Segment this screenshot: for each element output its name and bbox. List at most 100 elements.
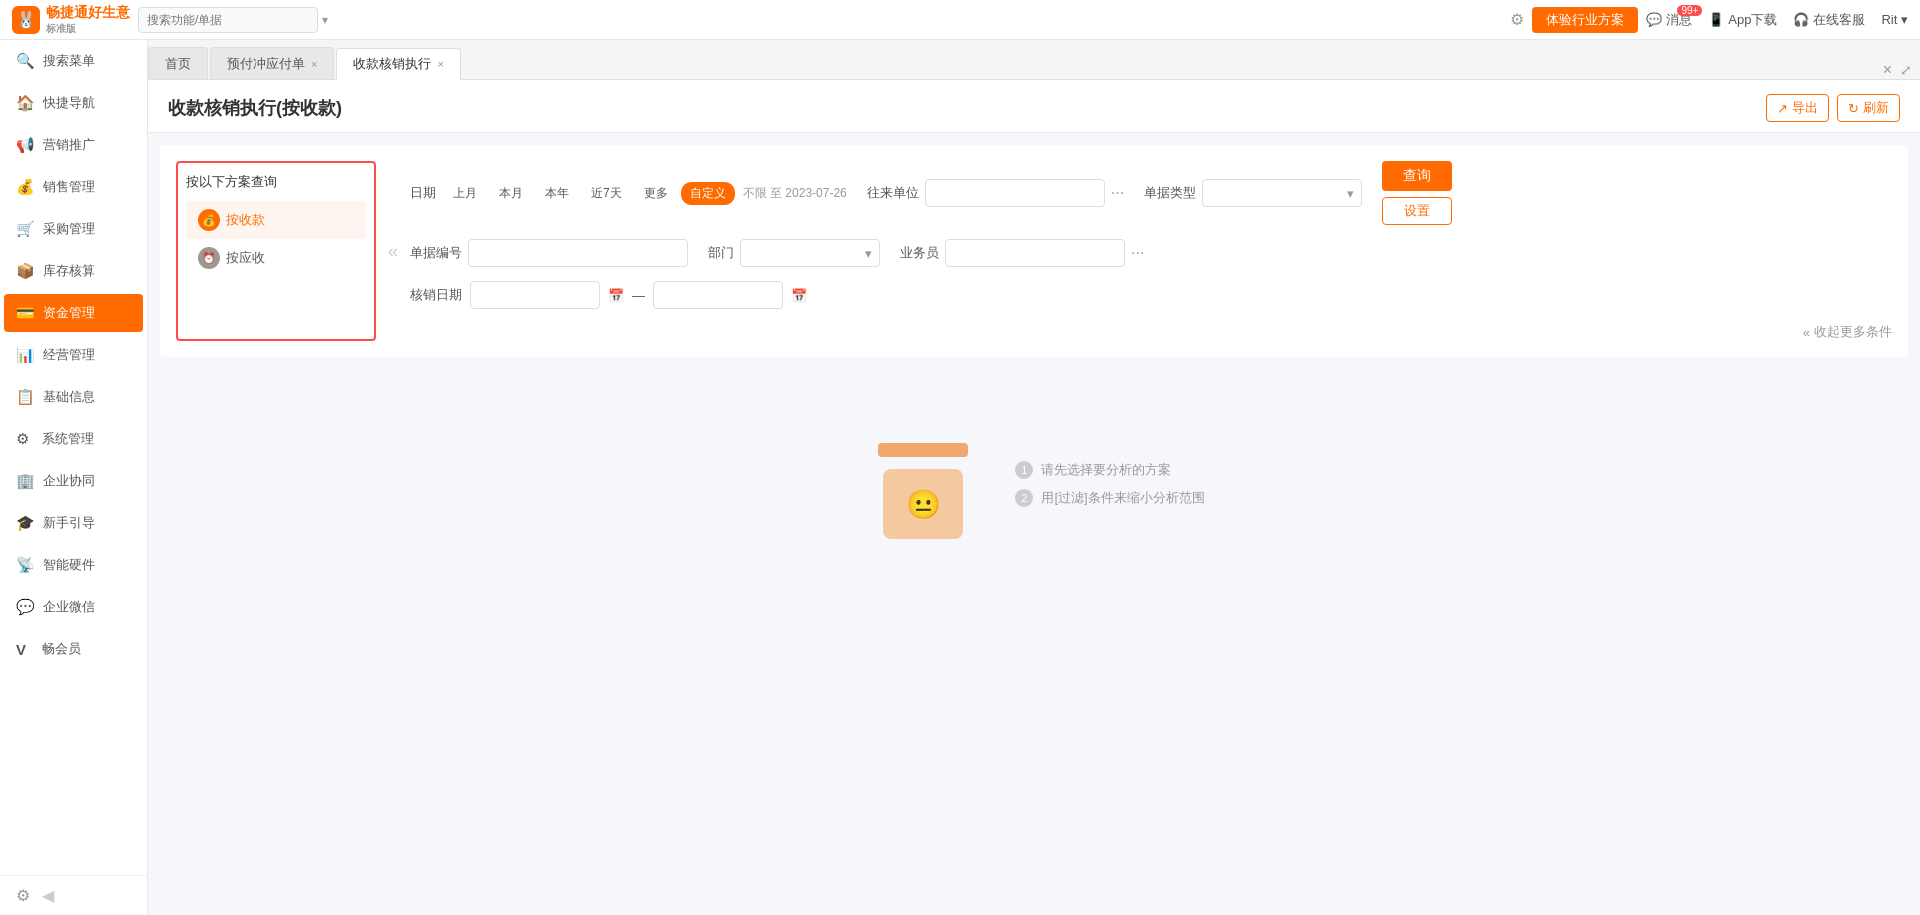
- counterpart-filter: 往来单位 ···: [867, 179, 1124, 207]
- sidebar-item-wechat[interactable]: 💬 企业微信: [0, 586, 147, 628]
- date-btn-7days[interactable]: 近7天: [582, 182, 631, 205]
- date-label: 日期: [410, 184, 436, 202]
- sidebar-item-marketing[interactable]: 📢 营销推广: [0, 124, 147, 166]
- verify-date-end-input[interactable]: 2023-07-21: [653, 281, 783, 309]
- sidebar-item-label: 基础信息: [43, 388, 95, 406]
- app-download-btn[interactable]: 📱 App下载: [1708, 11, 1777, 29]
- tab-bar-close-btn[interactable]: ×: [1883, 61, 1892, 79]
- sales-icon: 💰: [16, 178, 35, 196]
- collapse-left-icon[interactable]: «: [388, 241, 398, 262]
- counterpart-input[interactable]: [925, 179, 1105, 207]
- sidebar-item-label: 系统管理: [42, 430, 94, 448]
- verify-date-start-calendar-icon[interactable]: 📅: [608, 288, 624, 303]
- hint-1-text: 请先选择要分析的方案: [1041, 461, 1171, 479]
- search-input[interactable]: [138, 7, 318, 33]
- sidebar-item-hardware[interactable]: 📡 智能硬件: [0, 544, 147, 586]
- date-btn-more[interactable]: 更多: [635, 182, 677, 205]
- date-btn-this-year[interactable]: 本年: [536, 182, 578, 205]
- sidebar-item-purchase[interactable]: 🛒 采购管理: [0, 208, 147, 250]
- staff-label: 业务员: [900, 244, 939, 262]
- sidebar-item-finance[interactable]: 💳 资金管理: [4, 294, 143, 332]
- sidebar-item-inventory[interactable]: 📦 库存核算: [0, 250, 147, 292]
- query-btn[interactable]: 查询: [1382, 161, 1452, 191]
- doc-no-filter: 单据编号: [410, 239, 688, 267]
- sidebar-item-label: 畅会员: [42, 640, 81, 658]
- empty-box-lid: [878, 443, 968, 457]
- settings-gear-icon[interactable]: ⚙: [1510, 10, 1524, 29]
- dept-select[interactable]: [740, 239, 880, 267]
- doc-no-input[interactable]: [468, 239, 688, 267]
- sidebar-item-label: 营销推广: [43, 136, 95, 154]
- counterpart-label: 往来单位: [867, 184, 919, 202]
- logo-icon: 🐰: [12, 6, 40, 34]
- sidebar-item-sales[interactable]: 💰 销售管理: [0, 166, 147, 208]
- option-by-receivable[interactable]: ⏰ 按应收: [186, 239, 366, 277]
- date-btn-last-month[interactable]: 上月: [444, 182, 486, 205]
- verify-date-start-input[interactable]: 2023-03-01: [470, 281, 600, 309]
- operation-icon: 📊: [16, 346, 35, 364]
- service-label: 在线客服: [1813, 11, 1865, 29]
- export-icon: ↗: [1777, 101, 1788, 116]
- date-btn-this-month[interactable]: 本月: [490, 182, 532, 205]
- empty-hint-2: 2 用[过滤]条件来缩小分析范围: [1015, 489, 1204, 507]
- tab-receipt-verify-close[interactable]: ×: [437, 58, 443, 70]
- date-range-display: 不限 至 2023-07-26: [743, 185, 847, 202]
- sidebar-item-label: 搜索菜单: [43, 52, 95, 70]
- sidebar-item-enterprise[interactable]: 🏢 企业协同: [0, 460, 147, 502]
- counterpart-dots-btn[interactable]: ···: [1111, 184, 1124, 202]
- doc-type-label: 单据类型: [1144, 184, 1196, 202]
- sidebar-item-basic[interactable]: 📋 基础信息: [0, 376, 147, 418]
- sidebar-item-member[interactable]: V 畅会员: [0, 628, 147, 670]
- query-type-title: 按以下方案查询: [186, 173, 366, 191]
- setting-btn[interactable]: 设置: [1382, 197, 1452, 225]
- collapse-more-row: « 收起更多条件: [410, 323, 1892, 341]
- service-icon: 🎧: [1793, 12, 1809, 27]
- doc-type-select[interactable]: [1202, 179, 1362, 207]
- staff-input[interactable]: [945, 239, 1125, 267]
- export-btn[interactable]: ↗ 导出: [1766, 94, 1829, 122]
- sidebar-item-operation[interactable]: 📊 经营管理: [0, 334, 147, 376]
- staff-filter: 业务员 ···: [900, 239, 1144, 267]
- verify-date-separator: —: [632, 288, 645, 303]
- message-btn[interactable]: 💬 消息 99+: [1646, 11, 1692, 29]
- sidebar-item-quick-nav[interactable]: 🏠 快捷导航: [0, 82, 147, 124]
- date-quick-btns: 上月 本月 本年 近7天 更多 自定义: [444, 182, 735, 205]
- staff-dots-btn[interactable]: ···: [1131, 244, 1144, 262]
- tab-bar-expand-btn[interactable]: ⤢: [1900, 62, 1912, 78]
- sidebar-item-system[interactable]: ⚙ 系统管理: [0, 418, 147, 460]
- query-type-panel: 按以下方案查询 💰 按收款 ⏰ 按应收: [176, 161, 376, 341]
- sidebar-item-label: 企业协同: [43, 472, 95, 490]
- tab-prepay-label: 预付冲应付单: [227, 55, 305, 73]
- search-dropdown-icon[interactable]: ▾: [322, 13, 328, 27]
- page-header: 收款核销执行(按收款) ↗ 导出 ↻ 刷新: [148, 80, 1920, 133]
- sidebar-item-label: 快捷导航: [43, 94, 95, 112]
- tab-home[interactable]: 首页: [148, 47, 208, 79]
- sidebar-item-label: 企业微信: [43, 598, 95, 616]
- app-download-icon: 📱: [1708, 12, 1724, 27]
- sidebar-item-guide[interactable]: 🎓 新手引导: [0, 502, 147, 544]
- option-by-receipt[interactable]: 💰 按收款: [186, 201, 366, 239]
- collapse-panel-btn[interactable]: «: [388, 161, 398, 341]
- verify-date-end-calendar-icon[interactable]: 📅: [791, 288, 807, 303]
- tab-prepay[interactable]: 预付冲应付单 ×: [210, 47, 334, 79]
- online-service-btn[interactable]: 🎧 在线客服: [1793, 11, 1865, 29]
- tab-prepay-close[interactable]: ×: [311, 58, 317, 70]
- receivable-option-icon: ⏰: [198, 247, 220, 269]
- user-menu[interactable]: Rit ▾: [1881, 12, 1908, 27]
- tab-receipt-verify[interactable]: 收款核销执行 ×: [336, 48, 460, 80]
- sidebar-collapse-icon[interactable]: ◀: [42, 886, 54, 905]
- hint-2-text: 用[过滤]条件来缩小分析范围: [1041, 489, 1204, 507]
- app-logo: 🐰 畅捷通好生意 标准版: [12, 4, 130, 36]
- receipt-option-label: 按收款: [226, 211, 265, 229]
- sidebar-item-search-menu[interactable]: 🔍 搜索菜单: [0, 40, 147, 82]
- refresh-btn[interactable]: ↻ 刷新: [1837, 94, 1900, 122]
- sidebar-item-label: 经营管理: [43, 346, 95, 364]
- collapse-more-icon: «: [1803, 325, 1810, 340]
- date-btn-custom[interactable]: 自定义: [681, 182, 735, 205]
- top-bar-right: 💬 消息 99+ 📱 App下载 🎧 在线客服 Rit ▾: [1646, 11, 1908, 29]
- tab-bar-right: × ⤢: [1883, 61, 1920, 79]
- empty-state: 😐 1 请先选择要分析的方案 2 用[过滤]条件来缩小分析范围: [160, 369, 1908, 599]
- collapse-more-btn[interactable]: « 收起更多条件: [1803, 323, 1892, 341]
- sidebar-settings-icon[interactable]: ⚙: [16, 886, 30, 905]
- solution-btn[interactable]: 体验行业方案: [1532, 7, 1638, 33]
